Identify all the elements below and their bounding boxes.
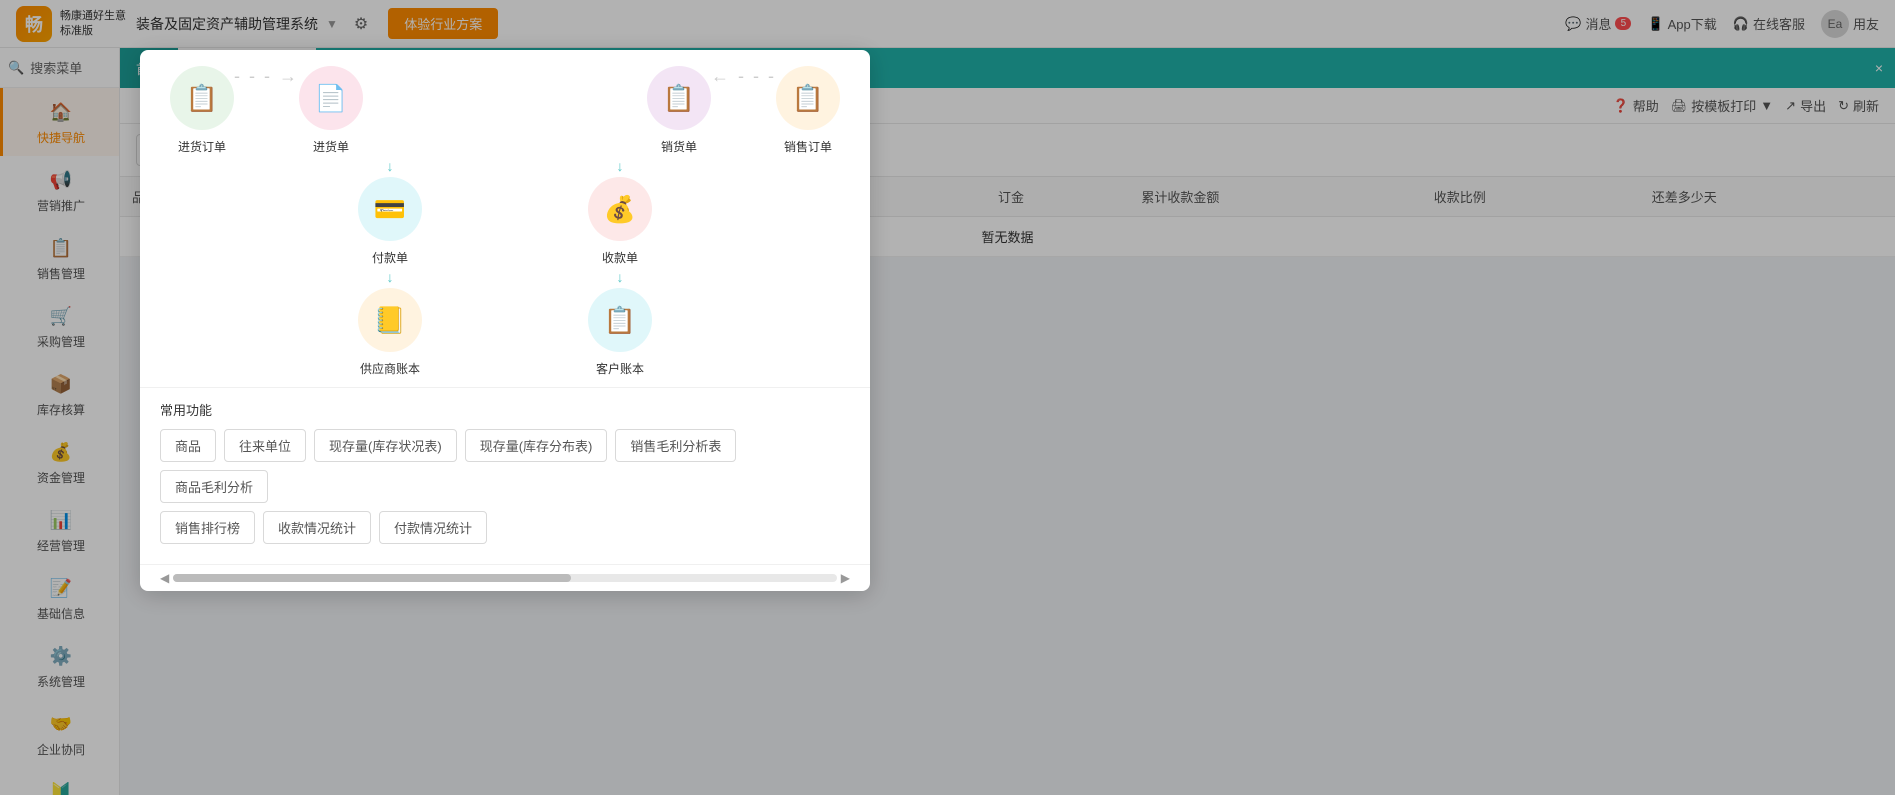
receipt-label: 收款单 xyxy=(602,249,638,266)
purchase-bill-label: 进货单 xyxy=(313,138,349,155)
v-arrow-purchase: ↓ xyxy=(340,155,440,177)
customer-ledger-icon: 📋 xyxy=(604,305,636,336)
scroll-track xyxy=(173,574,837,582)
row-3: 📒 供应商账本 📋 客户账本 xyxy=(170,288,840,387)
row-arrows-down-2: ↓ ↓ xyxy=(170,266,840,288)
purchase-order-label: 进货订单 xyxy=(178,138,226,155)
purchase-bill-circle[interactable]: 📄 xyxy=(299,66,363,130)
func-btn-product-profit[interactable]: 商品毛利分析 xyxy=(160,470,268,503)
sale-order-icon: 📋 xyxy=(792,83,824,114)
dash-line-2: ← - - - xyxy=(711,66,776,87)
node-sale-order: 📋 销售订单 xyxy=(776,66,840,155)
node-sale-bill: 📋 销货单 xyxy=(647,66,711,155)
func-buttons-row1: 商品 往来单位 现存量(库存状况表) 现存量(库存分布表) 销售毛利分析表 商品… xyxy=(160,429,850,503)
row-1: 📋 进货订单 - - - → 📄 进货单 📋 xyxy=(170,66,840,155)
supplier-ledger-icon: 📒 xyxy=(374,305,406,336)
node-customer-ledger: 📋 客户账本 xyxy=(570,288,670,377)
supplier-ledger-label: 供应商账本 xyxy=(360,360,420,377)
payment-icon: 💳 xyxy=(374,194,406,225)
func-btn-counterpart[interactable]: 往来单位 xyxy=(224,429,306,462)
func-btn-payment-stats[interactable]: 付款情况统计 xyxy=(379,511,487,544)
v-arrow-sale: ↓ xyxy=(570,155,670,177)
sale-bill-circle[interactable]: 📋 xyxy=(647,66,711,130)
sale-bill-icon: 📋 xyxy=(663,83,695,114)
payment-label: 付款单 xyxy=(372,249,408,266)
scroll-thumb[interactable] xyxy=(173,574,571,582)
node-payment: 💳 付款单 xyxy=(340,177,440,266)
func-btn-stock-dist[interactable]: 现存量(库存分布表) xyxy=(465,429,608,462)
row-arrows-down: ↓ ↓ xyxy=(170,155,840,177)
node-supplier-ledger: 📒 供应商账本 xyxy=(340,288,440,377)
connector-purchase-order-bill: - - - → xyxy=(234,66,299,115)
sale-order-circle[interactable]: 📋 xyxy=(776,66,840,130)
node-purchase-order: 📋 进货订单 xyxy=(170,66,234,155)
node-purchase-bill: 📄 进货单 xyxy=(299,66,363,155)
v-arrow-receipt: ↓ xyxy=(570,266,670,288)
flow-modal: 📋 进货订单 - - - → 📄 进货单 📋 xyxy=(140,50,870,591)
customer-ledger-label: 客户账本 xyxy=(596,360,644,377)
purchase-order-circle[interactable]: 📋 xyxy=(170,66,234,130)
func-btn-profit-analysis[interactable]: 销售毛利分析表 xyxy=(615,429,736,462)
connector-sale-bill-order: ← - - - xyxy=(711,66,776,115)
row-2: 💳 付款单 💰 收款单 xyxy=(170,177,840,266)
purchase-bill-icon: 📄 xyxy=(315,83,347,114)
func-btn-sales-ranking[interactable]: 销售排行榜 xyxy=(160,511,255,544)
node-receipt: 💰 收款单 xyxy=(570,177,670,266)
customer-ledger-circle[interactable]: 📋 xyxy=(588,288,652,352)
payment-circle[interactable]: 💳 xyxy=(358,177,422,241)
receipt-icon: 💰 xyxy=(604,194,636,225)
sale-order-label: 销售订单 xyxy=(784,138,832,155)
scroll-bar-area: ◀ ▶ xyxy=(140,564,870,591)
func-btn-product[interactable]: 商品 xyxy=(160,429,216,462)
v-arrow-payment: ↓ xyxy=(340,266,440,288)
scroll-left-icon[interactable]: ◀ xyxy=(160,571,169,585)
func-btn-stock-status[interactable]: 现存量(库存状况表) xyxy=(314,429,457,462)
receipt-circle[interactable]: 💰 xyxy=(588,177,652,241)
scroll-right-icon[interactable]: ▶ xyxy=(841,571,850,585)
purchase-order-icon: 📋 xyxy=(186,83,218,114)
common-title: 常用功能 xyxy=(160,388,850,419)
sale-bill-label: 销货单 xyxy=(661,138,697,155)
flow-section: 📋 进货订单 - - - → 📄 进货单 📋 xyxy=(140,50,870,387)
common-functions: 常用功能 商品 往来单位 现存量(库存状况表) 现存量(库存分布表) 销售毛利分… xyxy=(140,387,870,564)
func-buttons-row2: 销售排行榜 收款情况统计 付款情况统计 xyxy=(160,511,850,544)
dash-line: - - - → xyxy=(234,66,299,87)
supplier-ledger-circle[interactable]: 📒 xyxy=(358,288,422,352)
func-btn-collection-stats[interactable]: 收款情况统计 xyxy=(263,511,371,544)
